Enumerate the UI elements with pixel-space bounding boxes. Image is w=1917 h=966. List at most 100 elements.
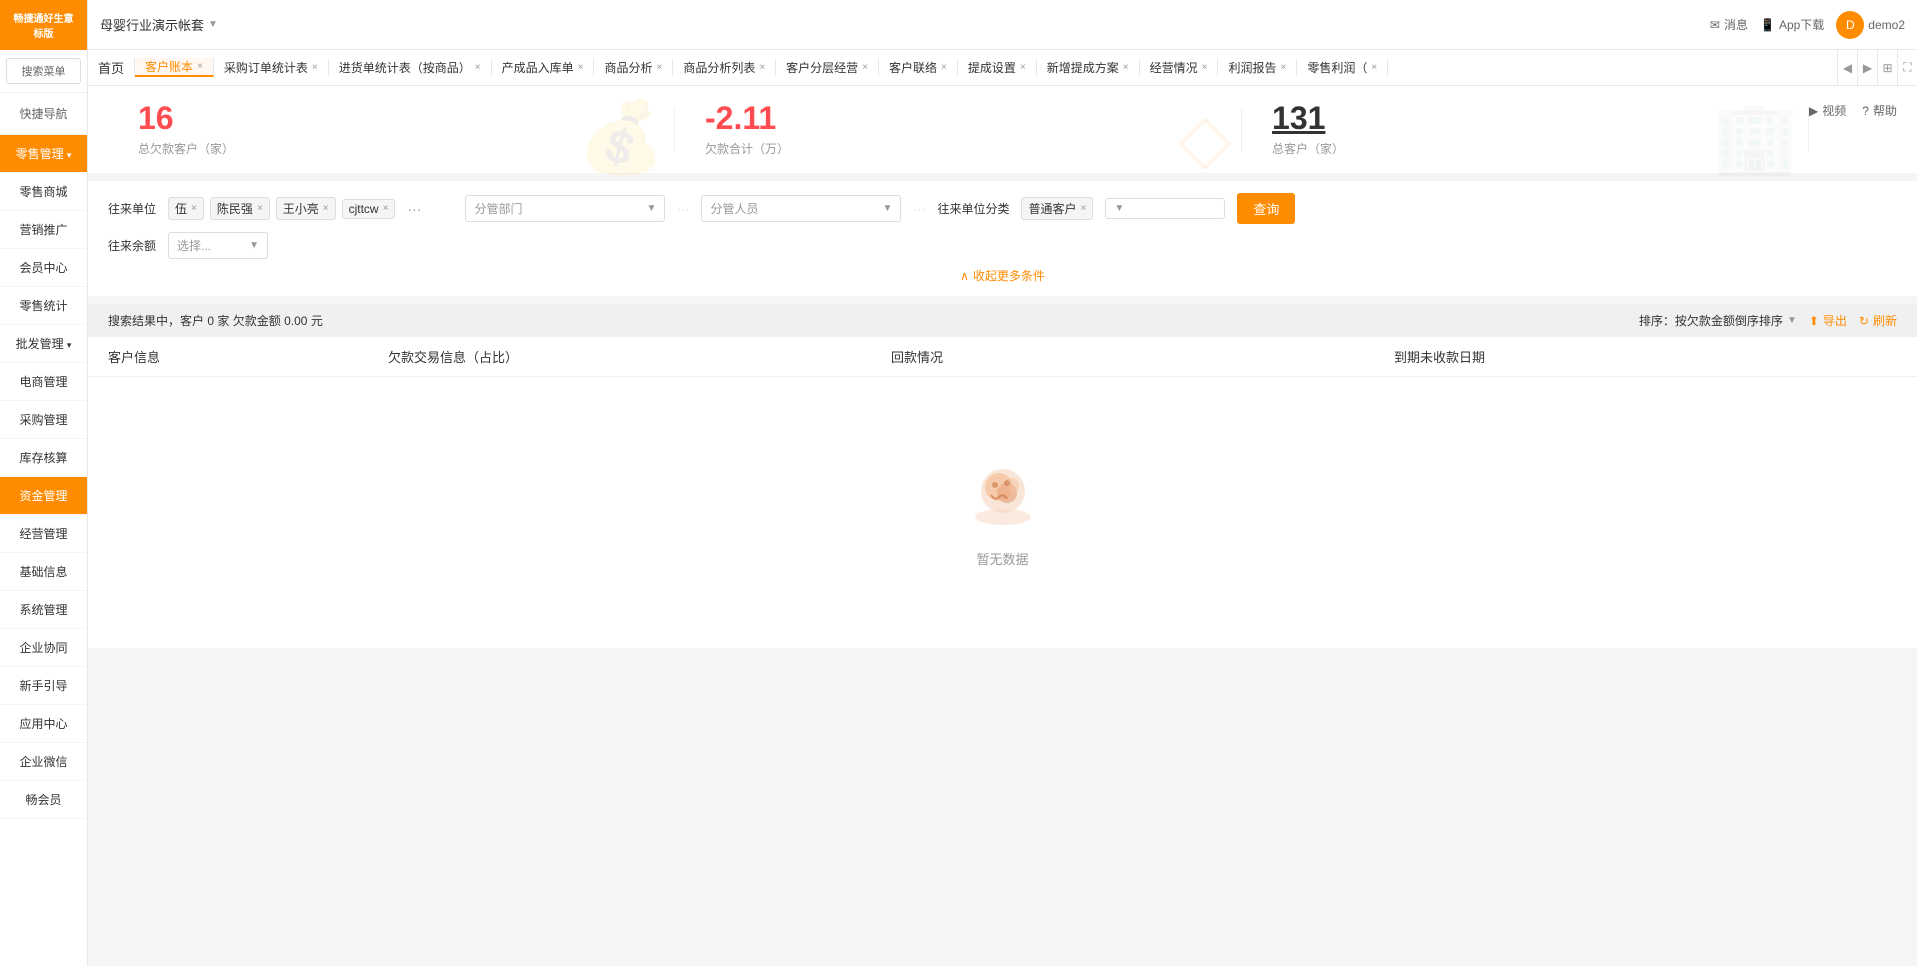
unit-tag-close[interactable]: × [257,203,263,214]
tab-label-prompt-settings: 提成设置 [968,59,1016,76]
tab-fullscreen[interactable]: ⛶ [1897,50,1917,86]
collapse-arrow-icon: ∧ [960,269,969,283]
tab-retail-profit[interactable]: 零售利润（× [1297,59,1388,76]
quick-nav-area: 快捷导航 [0,93,87,135]
tab-customer-book[interactable]: 客户账本× [135,58,214,77]
message-button[interactable]: ✉ 消息 [1710,16,1748,33]
sidebar-item-app-center[interactable]: 应用中心 [0,705,87,743]
tab-close-retail-profit[interactable]: × [1371,62,1377,73]
sidebar-item-enterprise-wechat[interactable]: 企业微信 [0,743,87,781]
tab-purchase-order-stats[interactable]: 采购订单统计表× [214,59,329,76]
tab-profit-report[interactable]: 利润报告× [1218,59,1297,76]
sidebar-item-new-guide[interactable]: 新手引导 [0,667,87,705]
result-info: 搜索结果中，客户 0 家 欠款金额 0.00 元 [108,312,323,329]
result-prefix: 搜索结果中，客户 [108,314,204,328]
tab-close-purchase-stats-product[interactable]: × [475,62,481,73]
export-label: 导出 [1823,312,1847,329]
tab-operations-status[interactable]: 经营情况 × [1140,59,1219,76]
sidebar-item-purchase[interactable]: 采购管理 [0,401,87,439]
sidebar-item-enterprise-coop[interactable]: 企业协同 [0,629,87,667]
message-icon: ✉ [1710,18,1720,32]
tab-close-customer-segment[interactable]: × [862,62,868,73]
collapse-button[interactable]: ∧ 收起更多条件 [108,267,1897,284]
tab-close-profit-report[interactable]: × [1280,62,1286,73]
tab-product-analysis-list[interactable]: 商品分析列表 × [673,59,776,76]
tab-label-product-analysis-list: 商品分析列表 [683,59,755,76]
stat2-bg-icon: ◇ [1178,97,1232,179]
unit-tag-close[interactable]: × [383,203,389,214]
tab-close-new-solution[interactable]: × [1123,62,1129,73]
category-tag: 普通客户× [1021,197,1093,220]
staff-filter-select[interactable]: 分管人员 ▼ [701,195,901,222]
stats-actions: ▶ 视频 ? 帮助 [1809,102,1897,119]
tab-close-prompt-settings[interactable]: × [1020,62,1026,73]
tab-product-analysis[interactable]: 商品分析× [594,59,673,76]
sidebar-item-retail-mall[interactable]: 零售商城 [0,173,87,211]
account-selector[interactable]: 母婴行业演示帐套 ▼ [100,15,218,34]
result-bar: 搜索结果中，客户 0 家 欠款金额 0.00 元 排序：按欠款金额倒序排序 ▼ … [88,304,1917,337]
search-menu-button[interactable]: 搜索菜单 [6,58,81,84]
tab-customer-contact[interactable]: 客户联络 × [879,59,958,76]
tab-arrows: ◀ ▶ ⊞ ⛶ [1837,50,1917,86]
sidebar-item-marketing[interactable]: 营销推广 [0,211,87,249]
more-tags-icon[interactable]: ··· [407,201,421,217]
sidebar-item-operations[interactable]: 经营管理 [0,515,87,553]
tab-purchase-stats-product[interactable]: 进货单统计表（按商品）× [329,59,492,76]
sidebar-item-member-center[interactable]: 会员中心 [0,249,87,287]
sidebar-logo[interactable]: 畅捷通好生意 标版 [0,0,87,50]
tab-list: 首页客户账本×采购订单统计表×进货单统计表（按商品）×产成品入库单×商品分析×商… [88,58,1837,77]
tab-expand-arrow[interactable]: ⊞ [1877,50,1897,86]
query-button[interactable]: 查询 [1237,193,1295,224]
tab-next-arrow[interactable]: ▶ [1857,50,1877,86]
filter-row-1: 往来单位 伍×陈民强×王小亮×cjttcw× ··· 分管部门 ▼ ··· 分管… [108,193,1897,224]
tab-close-purchase-order-stats[interactable]: × [312,62,318,73]
message-label: 消息 [1724,16,1748,33]
result-actions: 排序：按欠款金额倒序排序 ▼ ⬆ 导出 ↻ 刷新 [1639,312,1897,329]
unit-tag-close[interactable]: × [191,203,197,214]
unit-tag-close[interactable]: × [323,203,329,214]
video-help-button[interactable]: ▶ 视频 [1809,102,1846,119]
tab-close-product-warehousing[interactable]: × [578,62,584,73]
sidebar-item-finance[interactable]: 资金管理 [0,477,87,515]
tab-prev-arrow[interactable]: ◀ [1837,50,1857,86]
main-content: 💰 16 总欠款客户（家） ◇ -2.11 欠款合计（万） 🏢 131 总客户（… [88,86,1917,966]
tab-close-product-analysis[interactable]: × [656,62,662,73]
tab-prompt-settings[interactable]: 提成设置 × [958,59,1037,76]
dept-filter-select[interactable]: 分管部门 ▼ [465,195,665,222]
sidebar-item-inventory[interactable]: 库存核算 [0,439,87,477]
category-tag-close[interactable]: × [1080,203,1086,214]
sort-select[interactable]: 排序：按欠款金额倒序排序 ▼ [1639,312,1797,329]
balance-filter-select[interactable]: 选择... ▼ [168,232,268,259]
category-filter-select[interactable]: ▼ [1105,198,1225,219]
sidebar-item-ecommerce[interactable]: 电商管理 [0,363,87,401]
sidebar-item-retail-mgmt[interactable]: 零售管理 ▾ [0,135,87,173]
sidebar-item-vip-member[interactable]: 畅会员 [0,781,87,819]
sidebar-item-retail-stats[interactable]: 零售统计 [0,287,87,325]
unit-tag: 陈民强× [210,197,270,220]
user-menu[interactable]: D demo2 [1836,11,1905,39]
sidebar-item-system-mgmt[interactable]: 系统管理 [0,591,87,629]
sidebar-item-basic-info[interactable]: 基础信息 [0,553,87,591]
tab-new-solution[interactable]: 新增提成方案× [1037,59,1140,76]
app-download-button[interactable]: 📱 App下载 [1760,16,1824,33]
tab-label-operations-status: 经营情况 [1150,59,1198,76]
quick-nav-button[interactable]: 快捷导航 [6,101,81,126]
stat1-label: 总欠款客户（家） [138,140,234,157]
dept-placeholder: 分管部门 [474,200,522,217]
export-button[interactable]: ⬆ 导出 [1809,312,1847,329]
tab-close-product-analysis-list[interactable]: × [759,62,765,73]
tab-close-customer-book[interactable]: × [197,61,203,72]
sidebar-item-wholesale-mgmt[interactable]: 批发管理 ▾ [0,325,87,363]
empty-text: 暂无数据 [976,549,1028,568]
stat-total-customers: 🏢 131 总客户（家） [1242,102,1809,157]
filter-row-2: 往来余额 选择... ▼ [108,232,1897,259]
unit-filter-label: 往来单位 [108,200,156,217]
tab-home[interactable]: 首页 [88,58,135,77]
tab-customer-segment[interactable]: 客户分层经营× [776,59,879,76]
tab-product-warehousing[interactable]: 产成品入库单× [492,59,595,76]
tab-close-operations-status[interactable]: × [1202,62,1208,73]
refresh-button[interactable]: ↻ 刷新 [1859,312,1897,329]
tab-label-customer-contact: 客户联络 [889,59,937,76]
tab-close-customer-contact[interactable]: × [941,62,947,73]
help-button[interactable]: ? 帮助 [1862,102,1897,119]
